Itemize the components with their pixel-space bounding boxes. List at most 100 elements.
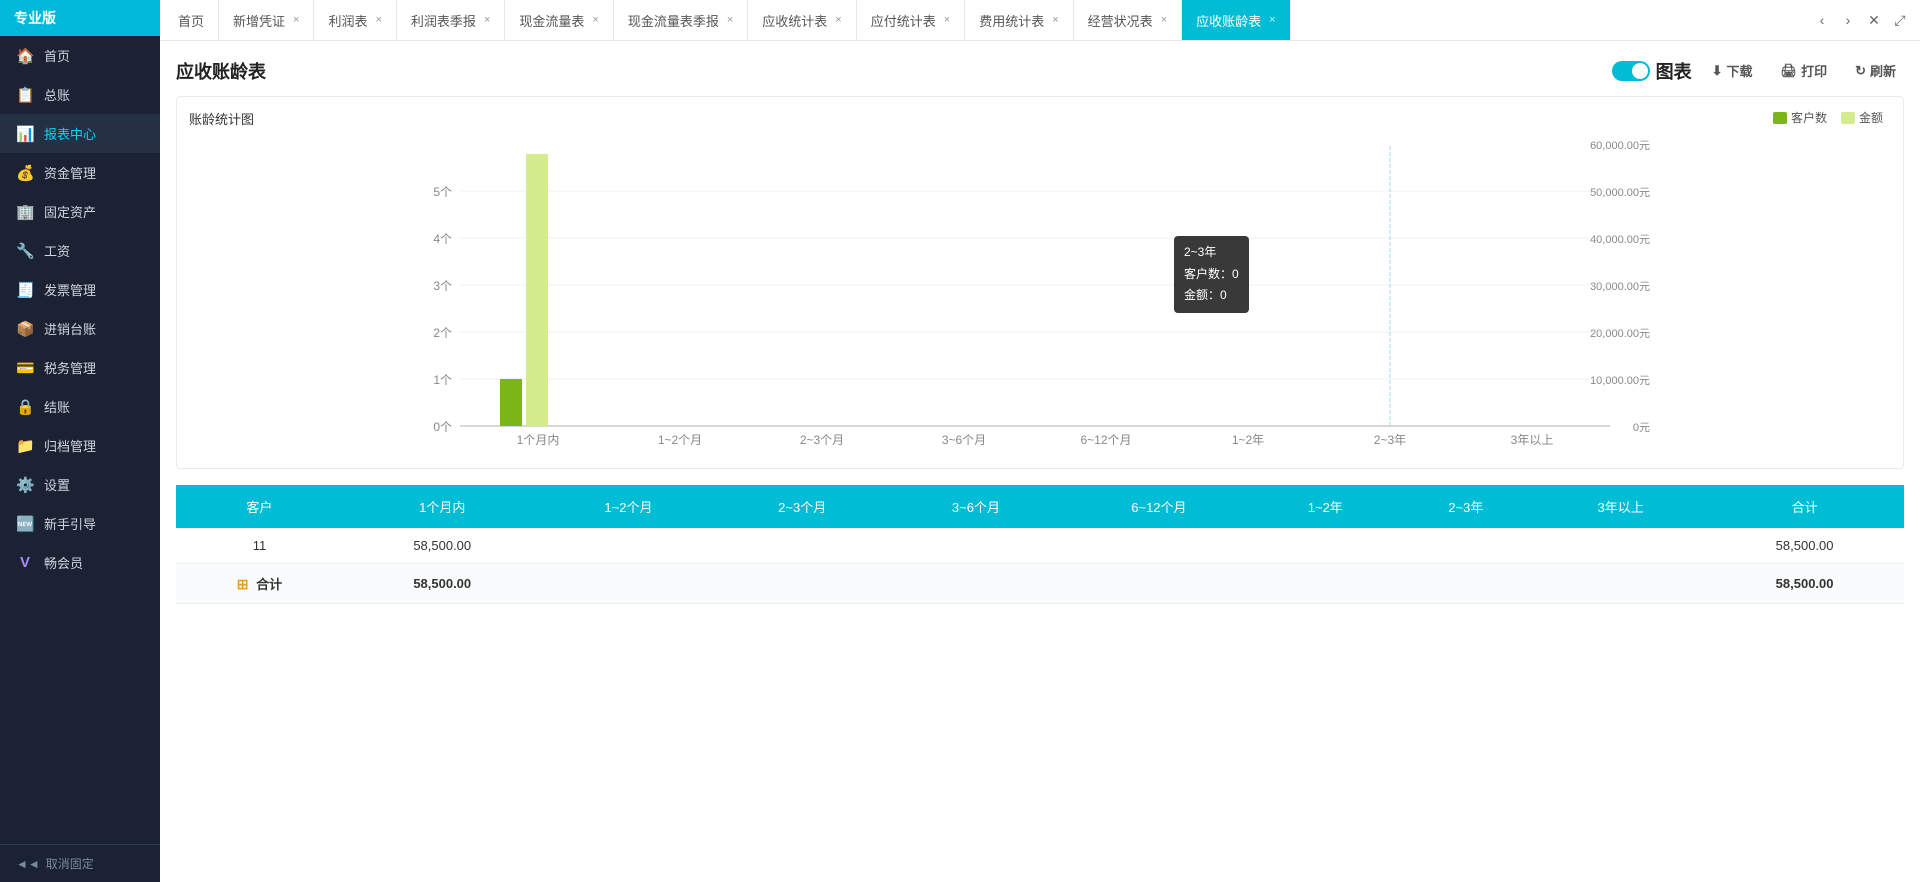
sidebar-item-close[interactable]: 🔒 结账 bbox=[0, 387, 160, 426]
close-tab-biz-status[interactable]: × bbox=[1161, 14, 1167, 26]
tab-expand-button[interactable]: ⤢ bbox=[1888, 8, 1912, 32]
svg-text:3个: 3个 bbox=[433, 279, 452, 293]
close-tab-ap-stat[interactable]: × bbox=[944, 14, 950, 26]
asset-icon: 🏢 bbox=[16, 203, 34, 221]
total-m3 bbox=[715, 564, 889, 604]
total-m12 bbox=[1063, 564, 1255, 604]
sidebar-item-home[interactable]: 🏠 首页 bbox=[0, 36, 160, 75]
legend-customers-color bbox=[1773, 112, 1787, 124]
close-tab-ar-aging[interactable]: × bbox=[1269, 14, 1275, 26]
sidebar-item-label: 进销台账 bbox=[44, 319, 96, 338]
th-m1: 1个月内 bbox=[343, 485, 542, 528]
aging-table: 客户 1个月内 1~2个月 2~3个月 3~6个月 6~12个月 1~2年 2~… bbox=[176, 485, 1904, 604]
tab-cashflow-quarter-label: 现金流量表季报 bbox=[628, 11, 719, 30]
tab-biz-status[interactable]: 经营状况表 × bbox=[1074, 0, 1182, 40]
total-icon: ⊞ bbox=[237, 576, 249, 592]
close-tab-cashflow-quarter[interactable]: × bbox=[727, 14, 733, 26]
sidebar-item-invoice[interactable]: 🧾 发票管理 bbox=[0, 270, 160, 309]
page-header: 应收账龄表 图表 ⬇ 下载 🖨 打印 ↻ 刷新 bbox=[176, 57, 1904, 84]
th-m2: 1~2个月 bbox=[542, 485, 716, 528]
close-tab-cashflow[interactable]: × bbox=[592, 14, 598, 26]
svg-text:3年以上: 3年以上 bbox=[1511, 433, 1554, 447]
sidebar-item-label: 工资 bbox=[44, 241, 70, 260]
legend-amount-color bbox=[1841, 112, 1855, 124]
th-m3: 2~3个月 bbox=[715, 485, 889, 528]
cell-m1: 58,500.00 bbox=[343, 528, 542, 564]
legend-amount-label: 金额 bbox=[1859, 109, 1883, 126]
chart-toggle[interactable]: 图表 bbox=[1612, 58, 1692, 84]
salary-icon: 🔧 bbox=[16, 242, 34, 260]
th-y2: 1~2年 bbox=[1255, 485, 1396, 528]
tab-close-all-button[interactable]: ✕ bbox=[1862, 8, 1886, 32]
sidebar-item-finance[interactable]: 💰 资金管理 bbox=[0, 153, 160, 192]
tab-cashflow-quarter[interactable]: 现金流量表季报 × bbox=[614, 0, 748, 40]
print-button[interactable]: 🖨 打印 bbox=[1773, 57, 1836, 84]
unpin-sidebar-button[interactable]: ◄◄ 取消固定 bbox=[0, 844, 160, 882]
sidebar-item-label: 税务管理 bbox=[44, 358, 96, 377]
tab-expense-stat-label: 费用统计表 bbox=[979, 11, 1044, 30]
tab-profit-quarter[interactable]: 利润表季报 × bbox=[397, 0, 505, 40]
close-tab-ar-stat[interactable]: × bbox=[835, 14, 841, 26]
tab-navigation: ‹ › ✕ ⤢ bbox=[1806, 8, 1916, 32]
cell-y3plus bbox=[1536, 528, 1705, 564]
settings-icon: ⚙️ bbox=[16, 476, 34, 494]
print-label: 打印 bbox=[1801, 61, 1827, 80]
finance-icon: 💰 bbox=[16, 164, 34, 182]
close-tab-profit-quarter[interactable]: × bbox=[484, 14, 490, 26]
tab-ap-stat[interactable]: 应付统计表 × bbox=[857, 0, 965, 40]
sidebar-item-asset[interactable]: 🏢 固定资产 bbox=[0, 192, 160, 231]
toggle-track[interactable] bbox=[1612, 61, 1650, 81]
tab-voucher[interactable]: 新增凭证 × bbox=[219, 0, 314, 40]
download-label: 下载 bbox=[1727, 61, 1753, 80]
tab-home[interactable]: 首页 bbox=[164, 0, 219, 40]
table-total-row: ⊞ 合计 58,500.00 58,500.00 bbox=[176, 564, 1904, 604]
refresh-label: 刷新 bbox=[1870, 61, 1896, 80]
total-y3plus bbox=[1536, 564, 1705, 604]
tab-bar: 首页 新增凭证 × 利润表 × 利润表季报 × 现金流量表 × 现金流量表季报 … bbox=[160, 0, 1920, 41]
tax-icon: 💳 bbox=[16, 359, 34, 377]
tab-ar-aging[interactable]: 应收账龄表 × bbox=[1182, 0, 1290, 40]
tab-prev-button[interactable]: ‹ bbox=[1810, 8, 1834, 32]
sidebar-logo: 专业版 bbox=[0, 0, 160, 36]
sidebar-item-sales[interactable]: 📦 进销台账 bbox=[0, 309, 160, 348]
unpin-label: 取消固定 bbox=[46, 855, 94, 872]
close-tab-expense-stat[interactable]: × bbox=[1052, 14, 1058, 26]
cell-m3 bbox=[715, 528, 889, 564]
svg-text:3~6个月: 3~6个月 bbox=[942, 433, 986, 447]
download-button[interactable]: ⬇ 下载 bbox=[1704, 57, 1761, 84]
sidebar-item-report[interactable]: 📊 报表中心 bbox=[0, 114, 160, 153]
svg-text:2~3个月: 2~3个月 bbox=[800, 433, 844, 447]
svg-text:1~2个月: 1~2个月 bbox=[658, 433, 702, 447]
bar-amount-1 bbox=[526, 154, 548, 426]
sidebar-item-guide[interactable]: 🆕 新手引导 bbox=[0, 504, 160, 543]
sidebar-item-salary[interactable]: 🔧 工资 bbox=[0, 231, 160, 270]
table-header-row: 客户 1个月内 1~2个月 2~3个月 3~6个月 6~12个月 1~2年 2~… bbox=[176, 485, 1904, 528]
cell-m12 bbox=[1063, 528, 1255, 564]
close-tab-voucher[interactable]: × bbox=[293, 14, 299, 26]
sidebar-item-settings[interactable]: ⚙️ 设置 bbox=[0, 465, 160, 504]
tab-ar-aging-label: 应收账龄表 bbox=[1196, 11, 1261, 30]
tab-cashflow-label: 现金流量表 bbox=[519, 11, 584, 30]
sidebar-item-ledger[interactable]: 📋 总账 bbox=[0, 75, 160, 114]
tab-profit[interactable]: 利润表 × bbox=[314, 0, 396, 40]
legend-customers-label: 客户数 bbox=[1791, 109, 1827, 126]
cell-y3 bbox=[1396, 528, 1537, 564]
pin-icon: ◄◄ bbox=[16, 857, 40, 871]
th-total: 合计 bbox=[1705, 485, 1904, 528]
svg-text:30,000.00元: 30,000.00元 bbox=[1590, 281, 1650, 293]
tab-ar-stat[interactable]: 应收统计表 × bbox=[748, 0, 856, 40]
sidebar-item-tax[interactable]: 💳 税务管理 bbox=[0, 348, 160, 387]
cell-total: 58,500.00 bbox=[1705, 528, 1904, 564]
table-row: 11 58,500.00 58,500.00 bbox=[176, 528, 1904, 564]
close-tab-profit[interactable]: × bbox=[375, 14, 381, 26]
sidebar-item-vip[interactable]: V 畅会员 bbox=[0, 543, 160, 582]
tab-expense-stat[interactable]: 费用统计表 × bbox=[965, 0, 1073, 40]
chart-toggle-label: 图表 bbox=[1656, 58, 1692, 84]
ledger-icon: 📋 bbox=[16, 86, 34, 104]
sidebar-item-archive[interactable]: 📁 归档管理 bbox=[0, 426, 160, 465]
refresh-button[interactable]: ↻ 刷新 bbox=[1847, 57, 1904, 84]
tab-cashflow[interactable]: 现金流量表 × bbox=[505, 0, 613, 40]
tab-next-button[interactable]: › bbox=[1836, 8, 1860, 32]
sidebar-item-label: 资金管理 bbox=[44, 163, 96, 182]
svg-text:1个: 1个 bbox=[433, 373, 452, 387]
